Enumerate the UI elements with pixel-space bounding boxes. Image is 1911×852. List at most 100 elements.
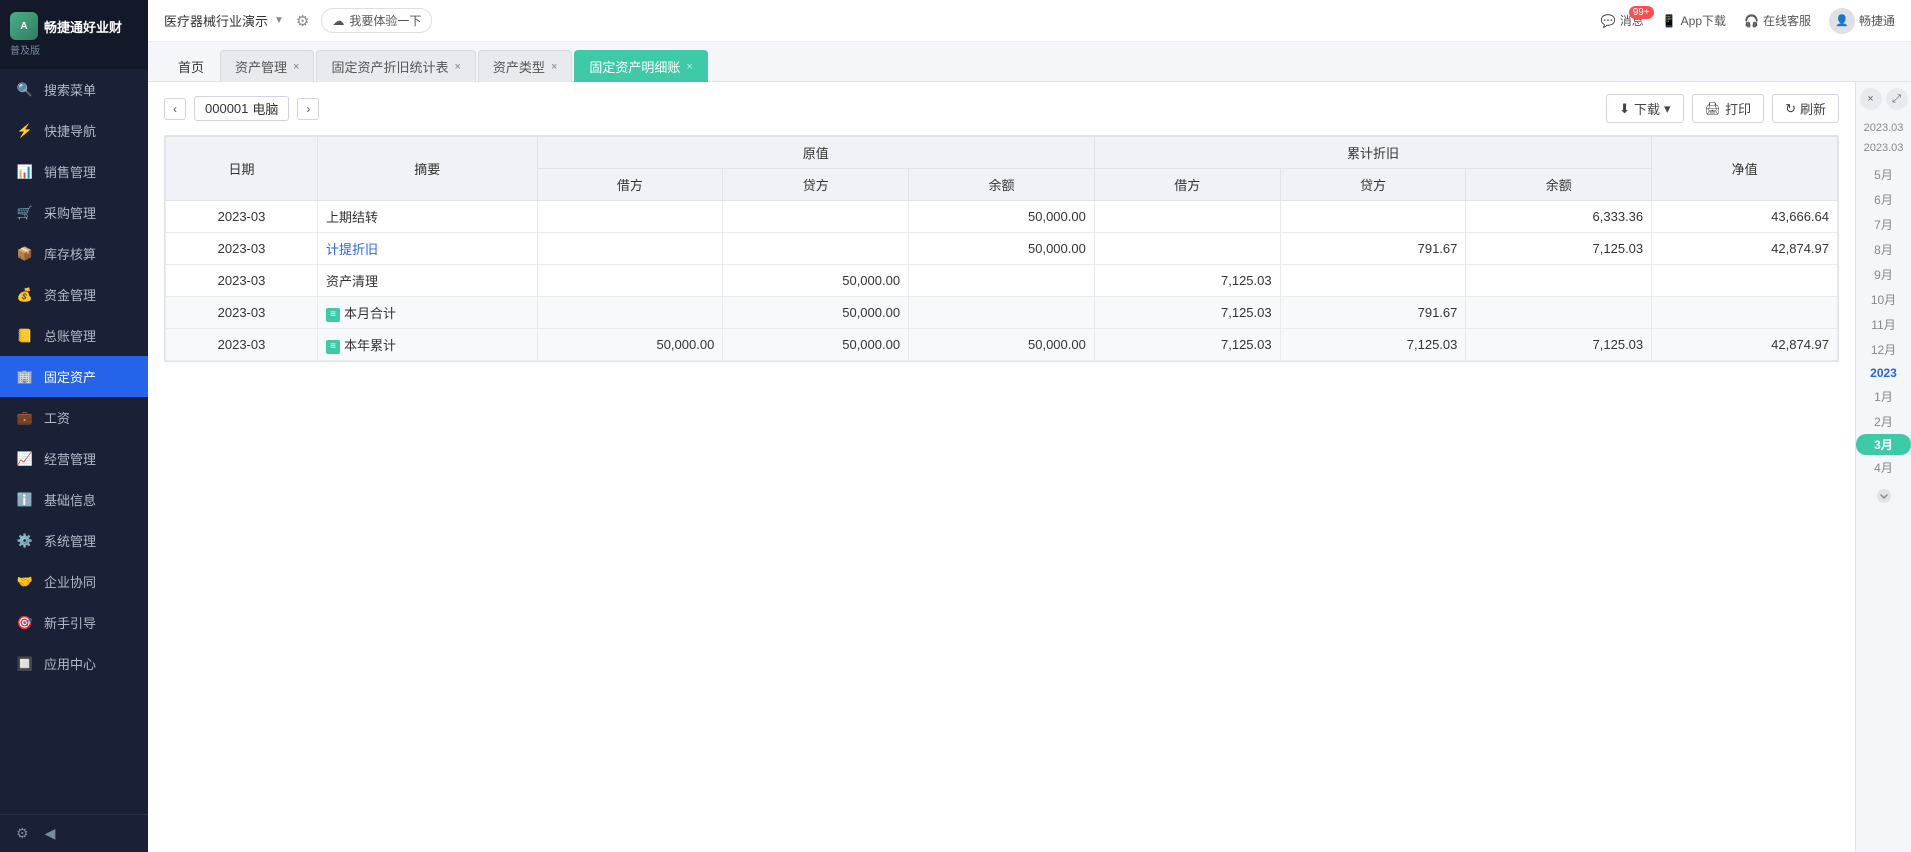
sidebar: A 畅捷通好业财 普及版 🔍 搜索菜单 ⚡ 快捷导航 📊 销售管理 🛒 采购管理… [0,0,148,852]
sidebar-item-sales[interactable]: 📊 销售管理 [0,151,148,192]
tab-home[interactable]: 首页 [164,51,218,82]
timeline-expand-button[interactable]: ⤢ [1886,88,1908,110]
app-center-icon: 🔲 [16,655,34,673]
col-net-value: 净值 [1652,137,1838,201]
sidebar-item-general-ledger[interactable]: 📒 总账管理 [0,315,148,356]
prev-asset-button[interactable]: ‹ [164,98,186,120]
download-button[interactable]: ⬇ 下载 ▾ [1606,94,1683,123]
row-date: 2023-03 [166,265,318,297]
col-orig-credit: 贷方 [723,169,909,201]
row-orig-debit [537,233,723,265]
sidebar-item-system[interactable]: ⚙️ 系统管理 [0,520,148,561]
timeline-month-1[interactable]: 1月 [1856,384,1911,409]
row-net-value [1652,265,1838,297]
timeline-month-9[interactable]: 9月 [1856,262,1911,287]
timeline-month-6[interactable]: 6月 [1856,187,1911,212]
row-orig-credit [723,233,909,265]
timeline-close-button[interactable]: × [1860,88,1882,110]
row-orig-debit [537,265,723,297]
sales-icon: 📊 [16,163,34,181]
user-menu[interactable]: 👤 畅捷通 [1829,8,1895,34]
tab-asset-detail-label: 固定资产明细账 [589,57,680,76]
print-label: 打印 [1725,99,1751,118]
sidebar-item-purchase[interactable]: 🛒 采购管理 [0,192,148,233]
salary-icon: 💼 [16,409,34,427]
main-area: 医疗器械行业演示 ▼ ⚙ ☁ 我要体验一下 💬 消息 99+ 📱 App下载 🎧… [148,0,1911,852]
ledger-icon: 📒 [16,327,34,345]
tab-asset-detail[interactable]: 固定资产明细账 × [574,50,707,82]
sidebar-item-collab[interactable]: 🤝 企业协同 [0,561,148,602]
tab-depreciation-stats-close[interactable]: × [454,61,460,73]
tab-depreciation-stats[interactable]: 固定资产折旧统计表 × [316,50,475,82]
row-accum-balance: 6,333.36 [1466,201,1652,233]
search-icon: 🔍 [16,81,34,99]
timeline-month-3-current[interactable]: 3月 [1856,434,1911,455]
tab-asset-type-close[interactable]: × [551,61,557,73]
tab-asset-mgmt-close[interactable]: × [293,61,299,73]
tab-asset-detail-close[interactable]: × [686,61,692,73]
logo-icon: A [10,12,38,40]
tab-asset-mgmt[interactable]: 资产管理 × [220,50,314,82]
col-original-value: 原值 [537,137,1094,169]
row-orig-credit: 50,000.00 [723,265,909,297]
timeline-month-7[interactable]: 7月 [1856,212,1911,237]
timeline-month-4[interactable]: 4月 [1856,455,1911,480]
settings-footer-icon[interactable]: ⚙ [16,825,29,842]
app-download-button[interactable]: 📱 App下载 [1662,12,1726,29]
row-orig-debit [537,201,723,233]
company-selector[interactable]: 医疗器械行业演示 ▼ [164,11,284,30]
row-summary: ≡本年累计 [318,329,538,361]
row-orig-credit [723,201,909,233]
row-accum-credit [1280,201,1466,233]
row-date: 2023-03 [166,233,318,265]
sidebar-item-fixed-assets[interactable]: 🏢 固定资产 [0,356,148,397]
topbar-settings-icon[interactable]: ⚙ [296,12,309,30]
row-orig-balance [909,297,1095,329]
row-orig-debit: 50,000.00 [537,329,723,361]
timeline-down-icon[interactable] [1856,484,1911,508]
row-net-value [1652,297,1838,329]
quick-nav-icon: ⚡ [16,122,34,140]
fixed-assets-icon: 🏢 [16,368,34,386]
sidebar-label-system: 系统管理 [44,531,96,550]
sidebar-item-guide[interactable]: 🎯 新手引导 [0,602,148,643]
timeline-month-11[interactable]: 11月 [1856,312,1911,337]
customer-service-button[interactable]: 🎧 在线客服 [1744,12,1811,29]
asset-detail-table: 日期 摘要 原值 累计折旧 净值 借方 贷方 余额 借方 贷方 余额 [164,135,1839,362]
message-icon: 💬 [1601,14,1616,28]
timeline-month-10[interactable]: 10月 [1856,287,1911,312]
sidebar-item-salary[interactable]: 💼 工资 [0,397,148,438]
collapse-icon[interactable]: ◀ [45,825,56,842]
next-asset-button[interactable]: › [297,98,319,120]
message-button[interactable]: 💬 消息 99+ [1601,12,1644,29]
sidebar-item-basic-info[interactable]: ℹ️ 基础信息 [0,479,148,520]
table-row: 2023-03 上期结转 50,000.00 6,333.36 43,666.6… [166,201,1838,233]
sidebar-item-app-center[interactable]: 🔲 应用中心 [0,643,148,684]
sidebar-item-inventory[interactable]: 📦 库存核算 [0,233,148,274]
row-date: 2023-03 [166,201,318,233]
row-accum-credit: 791.67 [1280,233,1466,265]
timeline-month-8[interactable]: 8月 [1856,237,1911,262]
tabbar: 首页 资产管理 × 固定资产折旧统计表 × 资产类型 × 固定资产明细账 × [148,42,1911,82]
sidebar-footer: ⚙ ◀ [0,814,148,852]
row-orig-balance: 50,000.00 [909,201,1095,233]
asset-name: 电脑 [252,99,278,118]
sidebar-item-funds[interactable]: 💰 资金管理 [0,274,148,315]
row-orig-credit: 50,000.00 [723,329,909,361]
timeline-month-2[interactable]: 2月 [1856,409,1911,434]
refresh-button[interactable]: ↻ 刷新 [1772,94,1839,123]
timeline-year-2023[interactable]: 2023 [1856,362,1911,384]
asset-code: 000001 [205,101,248,116]
sidebar-item-quick-nav[interactable]: ⚡ 快捷导航 [0,110,148,151]
tab-asset-type[interactable]: 资产类型 × [478,50,572,82]
row-accum-balance: 7,125.03 [1466,329,1652,361]
sidebar-item-business[interactable]: 📈 经营管理 [0,438,148,479]
timeline-month-5[interactable]: 5月 [1856,162,1911,187]
inventory-icon: 📦 [16,245,34,263]
experience-button[interactable]: ☁ 我要体验一下 [321,8,432,33]
refresh-label: 刷新 [1800,99,1826,118]
timeline-month-12[interactable]: 12月 [1856,337,1911,362]
print-button[interactable]: 🖨 打印 [1692,94,1765,123]
sidebar-item-search[interactable]: 🔍 搜索菜单 [0,69,148,110]
topbar-right: 💬 消息 99+ 📱 App下载 🎧 在线客服 👤 畅捷通 [1601,8,1895,34]
